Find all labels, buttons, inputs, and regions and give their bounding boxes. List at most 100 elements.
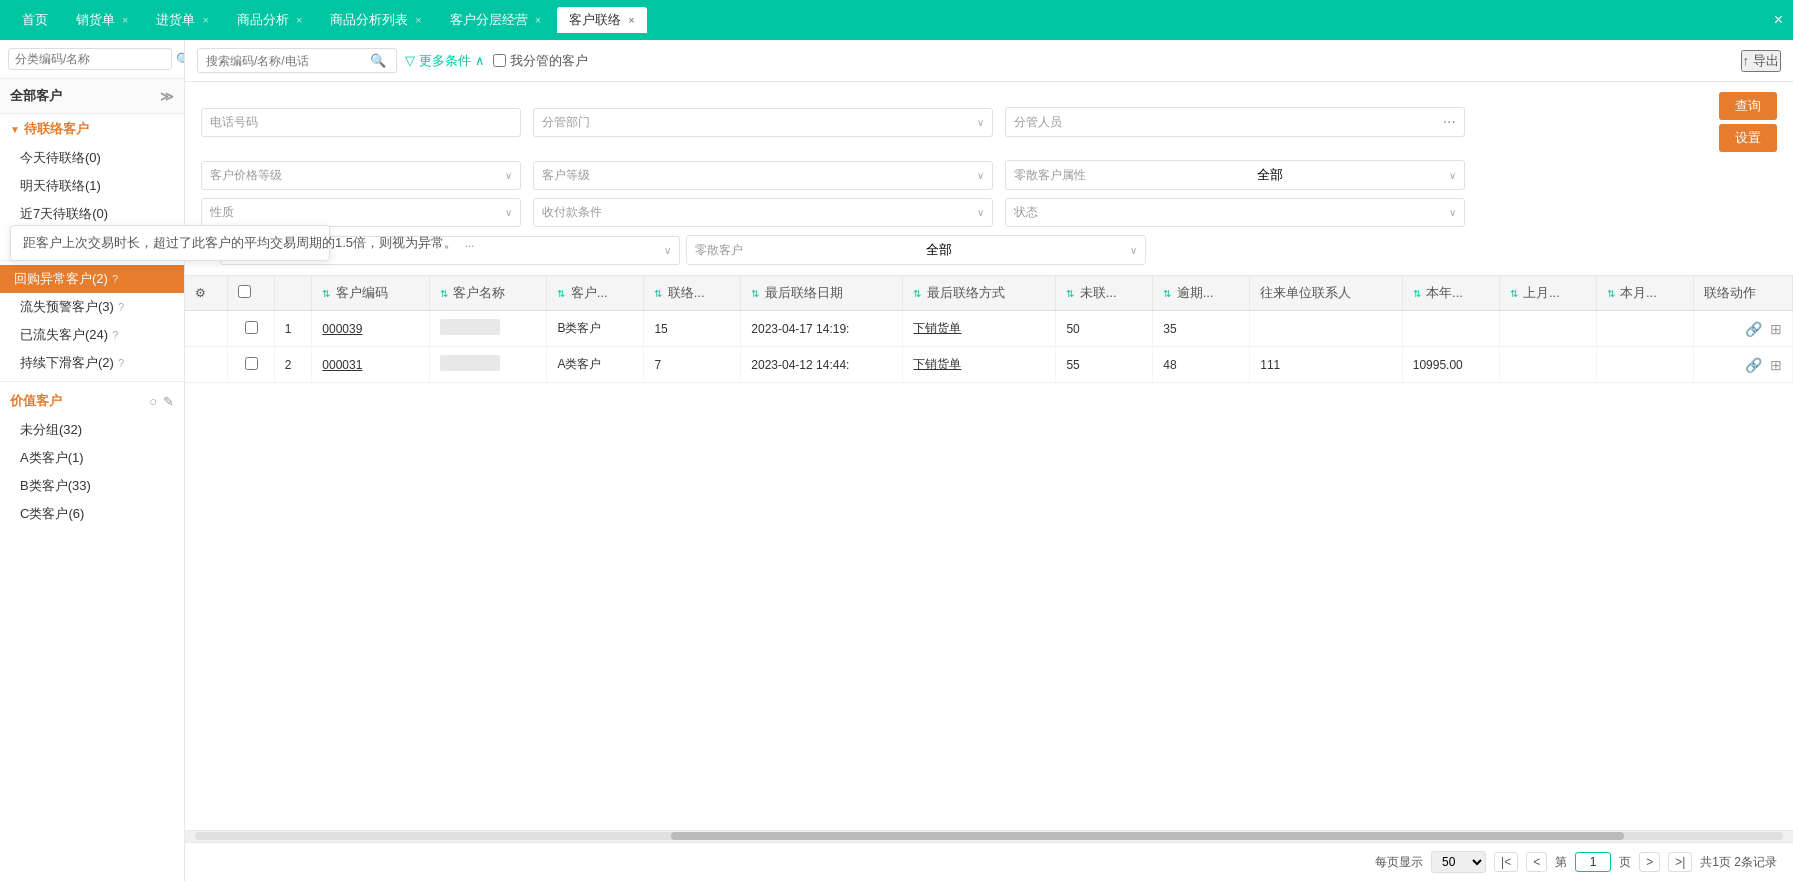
page-number-input[interactable] <box>1575 852 1611 872</box>
row1-grid-icon[interactable]: ⊞ <box>1770 321 1782 337</box>
customer-type-col-header[interactable]: ⇅ 客户... <box>547 276 644 311</box>
row1-last-method[interactable]: 下销货单 <box>903 311 1056 347</box>
row2-grid-icon[interactable]: ⊞ <box>1770 357 1782 373</box>
row2-this-year: 10995.00 <box>1402 347 1499 383</box>
sidebar-search-input[interactable] <box>8 48 172 70</box>
close-tab-segment[interactable]: × <box>535 14 541 26</box>
row2-link-icon[interactable]: 🔗 <box>1745 357 1762 373</box>
query-button[interactable]: 查询 <box>1719 92 1777 120</box>
retail-customer-field[interactable]: 零散客户 全部 ∨ <box>686 235 1146 265</box>
phone-field[interactable]: 电话号码 <box>201 108 521 137</box>
lost-predict-help-icon[interactable]: ? <box>118 301 124 313</box>
prev-page-button[interactable]: < <box>1526 852 1547 872</box>
tab-customer-segment[interactable]: 客户分层经营 × <box>438 7 553 33</box>
pending-arrow-icon: ▼ <box>10 124 20 135</box>
sidebar-item-c-class[interactable]: C类客户(6) <box>0 500 184 528</box>
tab-product-analysis[interactable]: 商品分析 × <box>225 7 314 33</box>
collapse-sidebar-icon[interactable]: ≫ <box>160 89 174 104</box>
pending-group-label[interactable]: ▼ 待联络客户 <box>0 114 184 144</box>
row2-code[interactable]: 000031 <box>312 347 430 383</box>
status-arrow: ∨ <box>1449 207 1456 218</box>
close-tab-contact[interactable]: × <box>628 14 634 26</box>
tab-sales-order[interactable]: 销货单 × <box>64 7 140 33</box>
my-customers-checkbox[interactable] <box>493 54 506 67</box>
per-page-select[interactable]: 50 100 200 <box>1431 851 1486 873</box>
customer-name-col-header[interactable]: ⇅ 客户名称 <box>429 276 547 311</box>
last-month-col-header[interactable]: ⇅ 上月... <box>1499 276 1596 311</box>
close-tab-sales[interactable]: × <box>122 14 128 26</box>
repurchase-help-icon[interactable]: ? <box>112 273 118 285</box>
row1-select-checkbox[interactable] <box>245 321 258 334</box>
tab-customer-contact[interactable]: 客户联络 × <box>557 7 646 33</box>
close-tab-product-analysis[interactable]: × <box>296 14 302 26</box>
sidebar-item-b-class[interactable]: B类客户(33) <box>0 472 184 500</box>
export-button[interactable]: ↑ 导出 <box>1741 50 1782 72</box>
sidebar-item-a-class[interactable]: A类客户(1) <box>0 444 184 472</box>
row2-last-method[interactable]: 下销货单 <box>903 347 1056 383</box>
last-contact-method-col-header[interactable]: ⇅ 最后联络方式 <box>903 276 1056 311</box>
first-page-button[interactable]: |< <box>1494 852 1518 872</box>
customer-level-field[interactable]: 客户等级 ∨ <box>533 161 993 190</box>
row2-actions: 🔗 ⊞ <box>1693 347 1793 383</box>
close-tab-product-list[interactable]: × <box>415 14 421 26</box>
last-page-button[interactable]: >| <box>1668 852 1692 872</box>
settings-col-header[interactable]: ⚙ <box>185 276 228 311</box>
this-month-col-header[interactable]: ⇅ 本月... <box>1596 276 1693 311</box>
sidebar-item-continuous-down[interactable]: 持续下滑客户(2) ? <box>0 349 184 377</box>
manager-field[interactable]: 分管人员 ··· <box>1005 107 1465 137</box>
main-layout: 🔍 全部客户 ≫ ▼ 待联络客户 今天待联络(0) 明天待联络(1) 近7天待联… <box>0 40 1793 881</box>
settings-button[interactable]: 设置 <box>1719 124 1777 152</box>
payment-field[interactable]: 收付款条件 ∨ <box>533 198 993 227</box>
sort-name-icon: ⇅ <box>440 288 448 299</box>
search-icon[interactable]: 🔍 <box>370 53 386 68</box>
table-row: 1 000039 B类客户 15 2023-04-17 14:19: 下销货单 … <box>185 311 1793 347</box>
department-field[interactable]: 分管部门 ∨ <box>533 108 993 137</box>
sidebar-item-tomorrow[interactable]: 明天待联络(1) <box>0 172 184 200</box>
sidebar-item-ungroup[interactable]: 未分组(32) <box>0 416 184 444</box>
tooltip-more[interactable]: ... <box>464 236 474 250</box>
row1-link-icon[interactable]: 🔗 <box>1745 321 1762 337</box>
row2-overdue: 48 <box>1153 347 1250 383</box>
select-all-checkbox[interactable] <box>238 285 251 298</box>
search-box[interactable]: 🔍 <box>197 48 397 73</box>
continuous-down-help-icon[interactable]: ? <box>118 357 124 369</box>
sidebar-item-lost-predict[interactable]: 流失预警客户(3) ? <box>0 293 184 321</box>
window-close-button[interactable]: × <box>1774 11 1783 29</box>
more-conditions-button[interactable]: ▽ 更多条件 ∧ <box>405 52 485 70</box>
next-page-button[interactable]: > <box>1639 852 1660 872</box>
tab-product-analysis-list[interactable]: 商品分析列表 × <box>318 7 433 33</box>
price-level-field[interactable]: 客户价格等级 ∨ <box>201 161 521 190</box>
close-tab-purchase[interactable]: × <box>202 14 208 26</box>
sidebar-search-icon[interactable]: 🔍 <box>176 52 185 67</box>
value-group-radio-icon[interactable]: ○ <box>149 394 157 409</box>
status-field[interactable]: 状态 ∨ <box>1005 198 1465 227</box>
search-input[interactable] <box>206 54 366 68</box>
gender-field[interactable]: 性质 ∨ <box>201 198 521 227</box>
nav-home[interactable]: 首页 <box>10 7 60 33</box>
customer-code-col-header[interactable]: ⇅ 客户编码 <box>312 276 430 311</box>
scroll-thumb[interactable] <box>671 832 1624 840</box>
this-year-col-header[interactable]: ⇅ 本年... <box>1402 276 1499 311</box>
row1-type: B类客户 <box>547 311 644 347</box>
manager-ellipsis[interactable]: ··· <box>1443 113 1456 131</box>
row2-select-checkbox[interactable] <box>245 357 258 370</box>
contact-action-col-header: 联络动作 <box>1693 276 1793 311</box>
sidebar-item-today[interactable]: 今天待联络(0) <box>0 144 184 172</box>
row1-this-year <box>1402 311 1499 347</box>
already-lost-help-icon[interactable]: ? <box>112 329 118 341</box>
tab-purchase-order[interactable]: 进货单 × <box>144 7 220 33</box>
sidebar-item-7days[interactable]: 近7天待联络(0) <box>0 200 184 228</box>
value-group-edit-icon[interactable]: ✎ <box>163 394 174 409</box>
value-group-header[interactable]: 价值客户 ○ ✎ <box>0 386 184 416</box>
retail-attr-field[interactable]: 零散客户属性 全部 ∨ <box>1005 160 1465 190</box>
overdue-col-header[interactable]: ⇅ 逾期... <box>1153 276 1250 311</box>
unreached-col-header[interactable]: ⇅ 未联... <box>1056 276 1153 311</box>
sidebar-item-repurchase-abnormal[interactable]: 回购异常客户(2) ? <box>0 265 184 293</box>
contact-count-col-header[interactable]: ⇅ 联络... <box>644 276 741 311</box>
row1-code[interactable]: 000039 <box>312 311 430 347</box>
horizontal-scrollbar[interactable] <box>185 830 1793 842</box>
row1-this-month <box>1596 311 1693 347</box>
row1-overdue: 35 <box>1153 311 1250 347</box>
sidebar-item-already-lost[interactable]: 已流失客户(24) ? <box>0 321 184 349</box>
last-contact-date-col-header[interactable]: ⇅ 最后联络日期 <box>741 276 903 311</box>
